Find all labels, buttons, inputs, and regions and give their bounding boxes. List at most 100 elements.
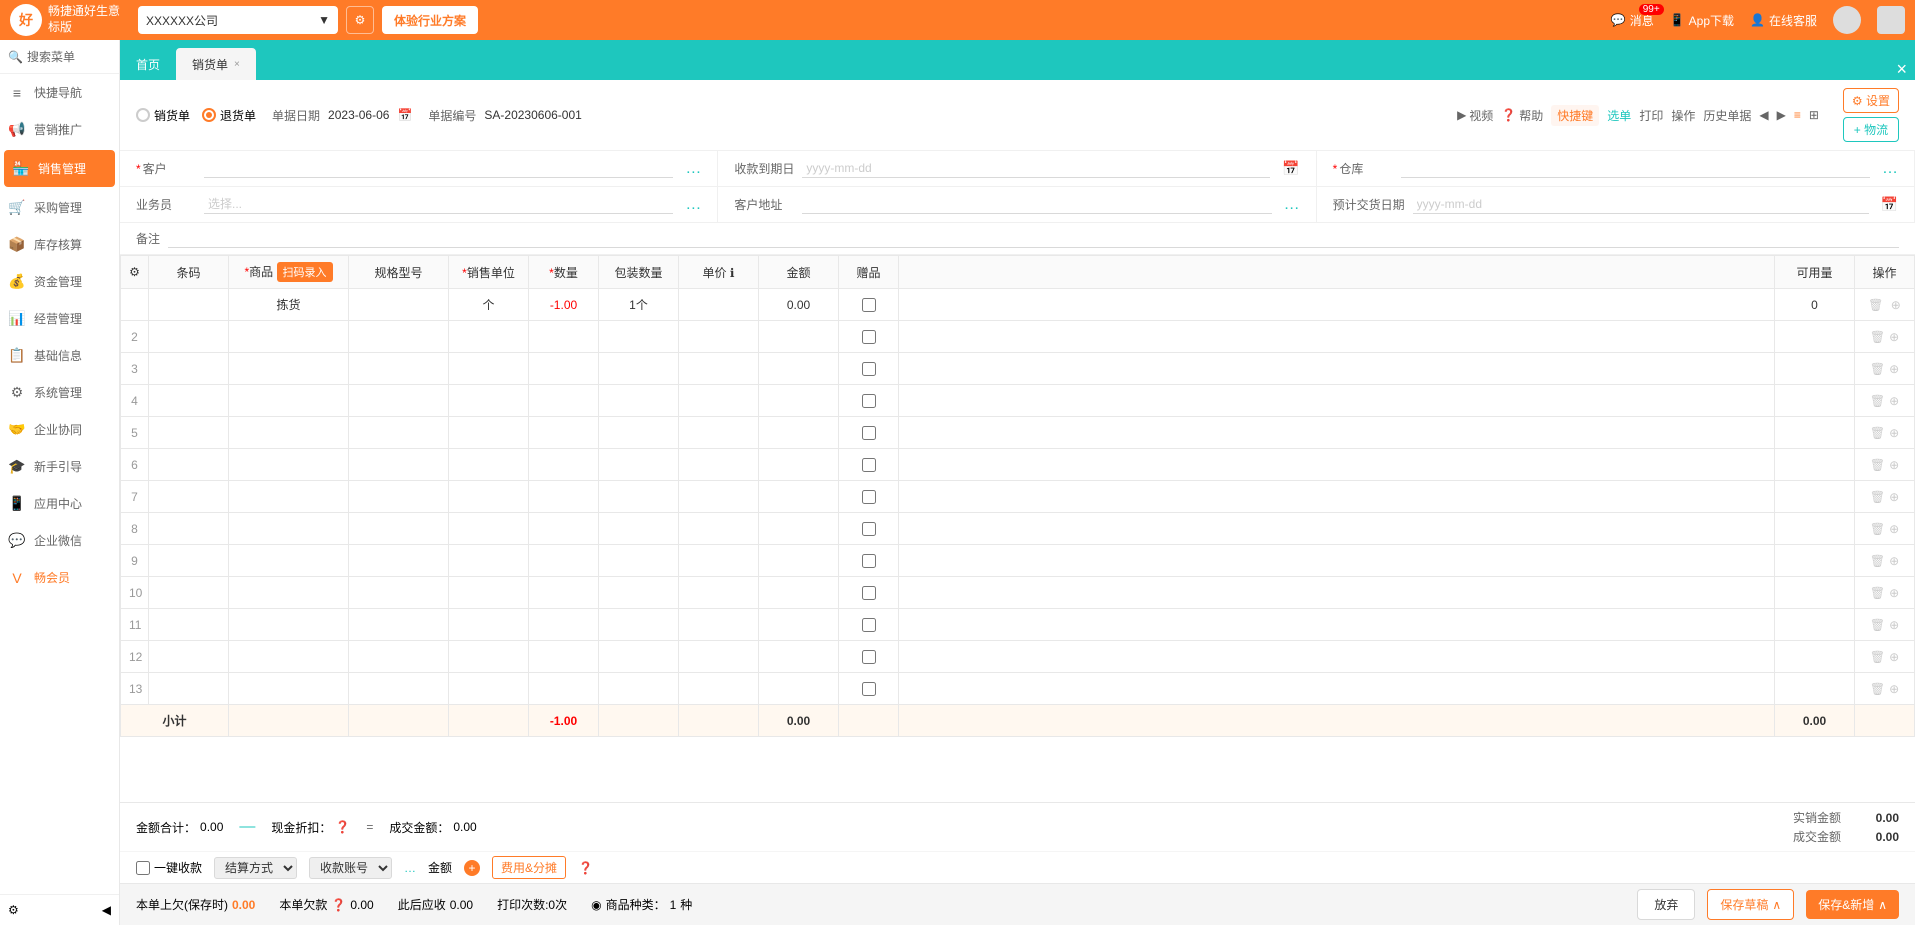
delivery-date-input[interactable] — [1413, 195, 1869, 214]
sidebar-item-inventory[interactable]: 📦 库存核算 — [0, 226, 119, 263]
trial-button[interactable]: 体验行业方案 — [382, 6, 478, 34]
row11-gift-checkbox[interactable] — [862, 618, 876, 632]
row9-delete-icon[interactable]: 🗑 — [1870, 554, 1885, 568]
account-dots[interactable]: … — [404, 861, 416, 875]
one-click-payment[interactable]: 一键收款 — [136, 859, 202, 876]
row3-delete-icon[interactable]: 🗑 — [1870, 362, 1885, 376]
view-grid-icon[interactable]: ⊞ — [1809, 108, 1819, 122]
row11-copy-icon[interactable]: ⊕ — [1889, 618, 1899, 632]
message-button[interactable]: 💬 消息 99+ — [1611, 12, 1654, 29]
sidebar-item-system[interactable]: ⚙ 系统管理 — [0, 374, 119, 411]
row1-gift[interactable] — [839, 289, 899, 321]
salesperson-dots-icon[interactable]: … — [685, 196, 701, 214]
row12-gift-checkbox[interactable] — [862, 650, 876, 664]
sidebar-item-sales[interactable]: 🏪 销售管理 — [4, 150, 115, 187]
address-dots-icon[interactable]: … — [1284, 196, 1300, 214]
expense-button[interactable]: 费用&分摊 — [492, 856, 566, 879]
payment-account-select[interactable]: 收款账号 — [309, 857, 392, 879]
row2-copy-icon[interactable]: ⊕ — [1889, 330, 1899, 344]
row7-copy-icon[interactable]: ⊕ — [1889, 490, 1899, 504]
row4-copy-icon[interactable]: ⊕ — [1889, 394, 1899, 408]
row5-copy-icon[interactable]: ⊕ — [1889, 426, 1899, 440]
row4-gift-checkbox[interactable] — [862, 394, 876, 408]
view-list-icon[interactable]: ≡ — [1794, 108, 1801, 122]
row11-delete-icon[interactable]: 🗑 — [1870, 618, 1885, 632]
calendar-icon[interactable]: 📅 — [397, 108, 412, 122]
payment-method-select[interactable]: 结算方式 — [214, 857, 297, 879]
row4-delete-icon[interactable]: 🗑 — [1870, 394, 1885, 408]
row1-gift-checkbox[interactable] — [862, 298, 876, 312]
user-menu[interactable] — [1877, 6, 1905, 34]
tab-close-icon[interactable]: × — [234, 59, 240, 70]
radio-sale[interactable]: 销货单 — [136, 107, 190, 124]
row1-spec[interactable] — [349, 289, 449, 321]
due-date-calendar-icon[interactable]: 📅 — [1282, 160, 1299, 177]
row8-gift-checkbox[interactable] — [862, 522, 876, 536]
row8-delete-icon[interactable]: 🗑 — [1870, 522, 1885, 536]
save-new-button[interactable]: 保存&新增 ∧ — [1806, 890, 1899, 919]
row8-copy-icon[interactable]: ⊕ — [1889, 522, 1899, 536]
row3-gift-checkbox[interactable] — [862, 362, 876, 376]
row2-delete-icon[interactable]: 🗑 — [1870, 330, 1885, 344]
row12-delete-icon[interactable]: 🗑 — [1870, 650, 1885, 664]
sidebar-item-enterprise[interactable]: 🤝 企业协同 — [0, 411, 119, 448]
row3-copy-icon[interactable]: ⊕ — [1889, 362, 1899, 376]
row12-copy-icon[interactable]: ⊕ — [1889, 650, 1899, 664]
row10-delete-icon[interactable]: 🗑 — [1870, 586, 1885, 600]
row13-copy-icon[interactable]: ⊕ — [1889, 682, 1899, 696]
customer-dots-icon[interactable]: … — [685, 160, 701, 178]
settings-icon[interactable]: ⚙ — [346, 6, 374, 34]
row1-packqty[interactable]: 1个 — [599, 289, 679, 321]
row1-product[interactable]: 拣货 — [229, 289, 349, 321]
note-input[interactable] — [168, 229, 1899, 248]
sidebar-settings-icon[interactable]: ⚙ — [8, 903, 19, 917]
row7-delete-icon[interactable]: 🗑 — [1870, 490, 1885, 504]
delivery-date-calendar-icon[interactable]: 📅 — [1881, 196, 1898, 213]
sidebar-search[interactable]: 🔍 搜索菜单 — [0, 40, 119, 74]
tab-sale-order[interactable]: 销货单 × — [176, 48, 256, 80]
sidebar-item-operations[interactable]: 📊 经营管理 — [0, 300, 119, 337]
sidebar-item-finance[interactable]: 💰 资金管理 — [0, 263, 119, 300]
arrears-question[interactable]: ❓ — [331, 898, 346, 912]
row1-barcode[interactable] — [149, 289, 229, 321]
sidebar-item-wechat[interactable]: 💬 企业微信 — [0, 522, 119, 559]
row13-gift-checkbox[interactable] — [862, 682, 876, 696]
app-download-button[interactable]: 📱 App下载 — [1670, 12, 1734, 29]
doc-settings-button[interactable]: ⚙ 设置 — [1843, 88, 1899, 113]
row6-delete-icon[interactable]: 🗑 — [1870, 458, 1885, 472]
address-input[interactable] — [802, 195, 1271, 214]
abandon-button[interactable]: 放弃 — [1637, 889, 1695, 920]
row7-gift-checkbox[interactable] — [862, 490, 876, 504]
nav-right-icon[interactable]: ▶ — [1777, 108, 1786, 122]
sidebar-item-guide[interactable]: 🎓 新手引导 — [0, 448, 119, 485]
operation-btn[interactable]: 操作 — [1671, 107, 1695, 124]
sidebar-item-purchase[interactable]: 🛒 采购管理 — [0, 189, 119, 226]
row1-delete-icon[interactable]: 🗑 — [1868, 298, 1883, 312]
radio-return[interactable]: 退货单 — [202, 107, 256, 124]
product-type-radio[interactable]: ◉ — [591, 898, 601, 912]
tab-close-all[interactable]: × — [1896, 59, 1915, 80]
add-payment-button[interactable]: + — [464, 860, 480, 876]
row1-copy-icon[interactable]: ⊕ — [1891, 298, 1901, 312]
video-btn[interactable]: ▶ 视频 — [1457, 107, 1493, 124]
due-date-input[interactable] — [802, 159, 1270, 178]
row1-qty[interactable]: -1.00 — [529, 289, 599, 321]
save-draft-button[interactable]: 保存草稿 ∧ — [1707, 889, 1794, 920]
row5-gift-checkbox[interactable] — [862, 426, 876, 440]
company-selector[interactable]: XXXXXX公司 ▼ — [138, 6, 338, 34]
row6-copy-icon[interactable]: ⊕ — [1889, 458, 1899, 472]
tab-home[interactable]: 首页 — [120, 48, 176, 80]
online-service-button[interactable]: 👤 在线客服 — [1750, 12, 1817, 29]
row13-delete-icon[interactable]: 🗑 — [1870, 682, 1885, 696]
question-icon[interactable]: ❓ — [335, 820, 350, 834]
row1-price[interactable] — [679, 289, 759, 321]
row1-unit[interactable]: 个 — [449, 289, 529, 321]
row10-copy-icon[interactable]: ⊕ — [1889, 586, 1899, 600]
customer-input[interactable] — [204, 159, 673, 178]
row6-gift-checkbox[interactable] — [862, 458, 876, 472]
sidebar-item-marketing[interactable]: 📢 营销推广 — [0, 111, 119, 148]
warehouse-input[interactable]: 建材仓 — [1401, 159, 1870, 178]
avatar[interactable] — [1833, 6, 1861, 34]
row5-delete-icon[interactable]: 🗑 — [1870, 426, 1885, 440]
help-btn[interactable]: ❓ 帮助 — [1501, 107, 1543, 124]
